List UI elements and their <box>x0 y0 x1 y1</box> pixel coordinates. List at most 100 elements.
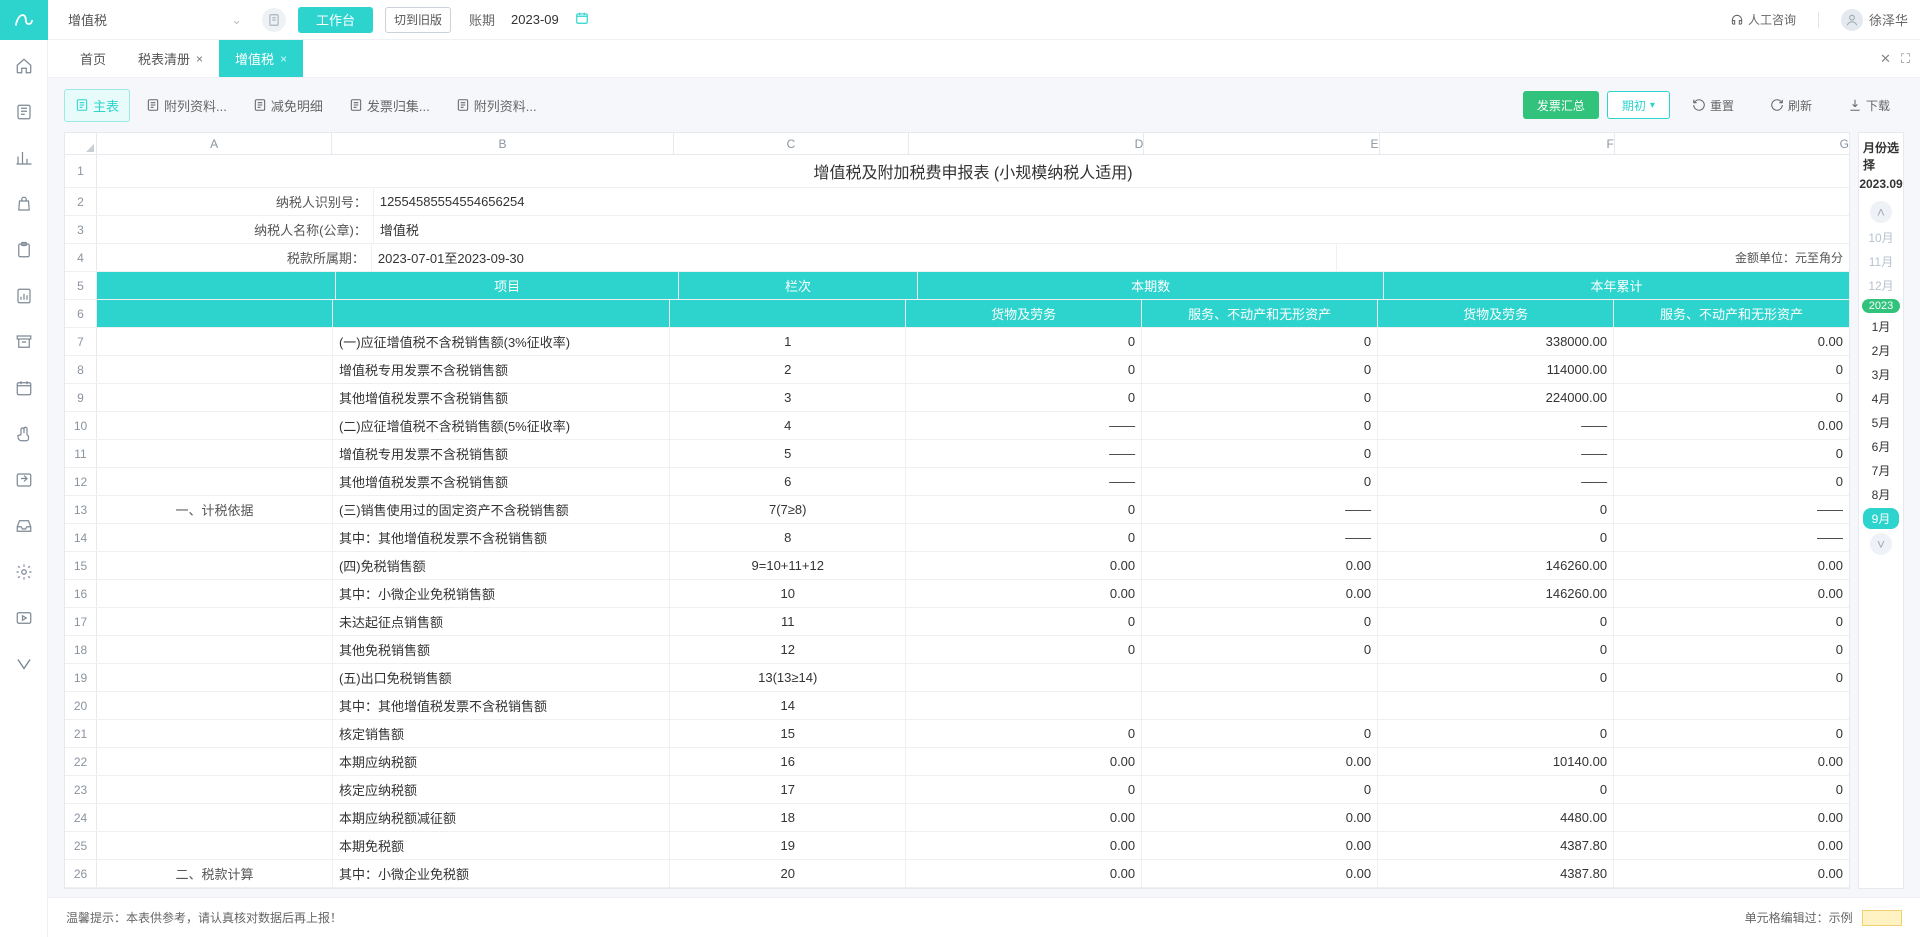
row-number[interactable]: 19 <box>65 664 97 691</box>
cell[interactable]: 0 <box>1378 636 1614 663</box>
col-header-A[interactable]: A <box>97 133 332 154</box>
consult-link[interactable]: 人工咨询 <box>1730 11 1796 28</box>
cell[interactable]: 4387.80 <box>1378 860 1614 887</box>
cell[interactable]: 0 <box>1378 720 1614 747</box>
calendar-icon[interactable] <box>575 11 589 28</box>
cell[interactable]: —— <box>1378 468 1614 495</box>
refresh-button[interactable]: 刷新 <box>1756 91 1826 119</box>
tabs-expand-icon[interactable]: ⛶ <box>1901 51 1910 67</box>
month-next-button[interactable]: ˅ <box>1870 533 1892 555</box>
cell[interactable]: 0 <box>906 496 1142 523</box>
row-number[interactable]: 11 <box>65 440 97 467</box>
nav-chart-icon[interactable] <box>0 138 48 178</box>
reset-button[interactable]: 重置 <box>1678 91 1748 119</box>
page-tab-首页[interactable]: 首页 <box>64 40 122 77</box>
row-number[interactable]: 1 <box>65 155 97 187</box>
month-prev-button[interactable]: ˄ <box>1870 201 1892 223</box>
row-number[interactable]: 23 <box>65 776 97 803</box>
row-number[interactable]: 15 <box>65 552 97 579</box>
cell[interactable]: 0.00 <box>906 748 1142 775</box>
month-item-7月[interactable]: 7月 <box>1863 460 1899 481</box>
row-number[interactable]: 25 <box>65 832 97 859</box>
cell[interactable]: 0.00 <box>1142 832 1378 859</box>
subtab-附列资料...[interactable]: 附列资料... <box>136 89 237 122</box>
nav-inbox-icon[interactable] <box>0 506 48 546</box>
row-number[interactable]: 26 <box>65 860 97 887</box>
cell[interactable]: 0 <box>1142 412 1378 439</box>
cell[interactable]: —— <box>906 412 1142 439</box>
cell[interactable]: 0.00 <box>1614 580 1849 607</box>
row-number[interactable]: 4 <box>65 244 97 271</box>
cell[interactable]: —— <box>1142 524 1378 551</box>
row-number[interactable]: 6 <box>65 300 97 327</box>
cell[interactable]: —— <box>906 468 1142 495</box>
cell[interactable] <box>906 664 1142 691</box>
subtab-主表[interactable]: 主表 <box>64 89 130 122</box>
cell[interactable]: 0.00 <box>1142 552 1378 579</box>
select-all-corner[interactable] <box>65 133 97 154</box>
cell[interactable]: —— <box>1614 524 1849 551</box>
cell[interactable]: 0.00 <box>1614 412 1849 439</box>
month-item-2月[interactable]: 2月 <box>1863 340 1899 361</box>
cell[interactable] <box>1142 692 1378 719</box>
cell[interactable]: 10140.00 <box>1378 748 1614 775</box>
cell[interactable]: 0.00 <box>1614 832 1849 859</box>
cell[interactable]: 0 <box>1614 776 1849 803</box>
cell[interactable]: —— <box>906 440 1142 467</box>
cell[interactable]: 0.00 <box>906 804 1142 831</box>
cell[interactable]: 4480.00 <box>1378 804 1614 831</box>
row-number[interactable]: 18 <box>65 636 97 663</box>
close-icon[interactable]: × <box>196 52 203 66</box>
cell[interactable]: —— <box>1378 412 1614 439</box>
cell[interactable]: 0 <box>1142 636 1378 663</box>
row-number[interactable]: 10 <box>65 412 97 439</box>
nav-hand-icon[interactable] <box>0 414 48 454</box>
cell[interactable]: 0.00 <box>906 860 1142 887</box>
cell[interactable]: 224000.00 <box>1378 384 1614 411</box>
cell[interactable] <box>906 692 1142 719</box>
close-icon[interactable]: × <box>280 52 287 66</box>
cell[interactable]: 0 <box>1142 776 1378 803</box>
cell[interactable]: 0 <box>1142 384 1378 411</box>
nav-report-icon[interactable] <box>0 276 48 316</box>
cell[interactable]: 0 <box>1614 384 1849 411</box>
month-item-5月[interactable]: 5月 <box>1863 412 1899 433</box>
cell[interactable]: 0 <box>1378 608 1614 635</box>
period-begin-button[interactable]: 期初▾ <box>1607 91 1670 119</box>
row-number[interactable]: 16 <box>65 580 97 607</box>
row-number[interactable]: 20 <box>65 692 97 719</box>
month-item-1月[interactable]: 1月 <box>1863 316 1899 337</box>
row-number[interactable]: 24 <box>65 804 97 831</box>
cell[interactable]: 0 <box>1378 776 1614 803</box>
row-number[interactable]: 12 <box>65 468 97 495</box>
col-header-F[interactable]: F <box>1380 133 1615 154</box>
cell[interactable]: 0 <box>1614 468 1849 495</box>
month-item-9月[interactable]: 9月 <box>1863 508 1899 529</box>
cell[interactable]: 0 <box>1142 608 1378 635</box>
month-item-6月[interactable]: 6月 <box>1863 436 1899 457</box>
row-number[interactable]: 22 <box>65 748 97 775</box>
cell[interactable]: 0 <box>1614 636 1849 663</box>
nav-settings-icon[interactable] <box>0 552 48 592</box>
subtab-减免明细[interactable]: 减免明细 <box>243 89 333 122</box>
col-header-D[interactable]: D <box>909 133 1144 154</box>
cell[interactable]: 146260.00 <box>1378 552 1614 579</box>
cell[interactable]: 0.00 <box>1142 748 1378 775</box>
download-button[interactable]: 下载 <box>1834 91 1904 119</box>
cell[interactable]: 0.00 <box>1142 860 1378 887</box>
nav-calendar-icon[interactable] <box>0 368 48 408</box>
cell[interactable]: 0 <box>1378 664 1614 691</box>
nav-archive-icon[interactable] <box>0 322 48 362</box>
cell[interactable]: 0 <box>906 636 1142 663</box>
cell[interactable]: 0 <box>1614 664 1849 691</box>
cell[interactable]: 0 <box>1614 608 1849 635</box>
row-number[interactable]: 17 <box>65 608 97 635</box>
cell[interactable]: 0 <box>1614 440 1849 467</box>
cell[interactable]: 0 <box>906 524 1142 551</box>
nav-video-icon[interactable] <box>0 598 48 638</box>
cell[interactable]: 0 <box>1142 440 1378 467</box>
cell[interactable] <box>1378 692 1614 719</box>
cell[interactable]: 0.00 <box>906 580 1142 607</box>
cell[interactable]: 0.00 <box>1614 804 1849 831</box>
topbar-doc-icon[interactable] <box>262 8 286 32</box>
